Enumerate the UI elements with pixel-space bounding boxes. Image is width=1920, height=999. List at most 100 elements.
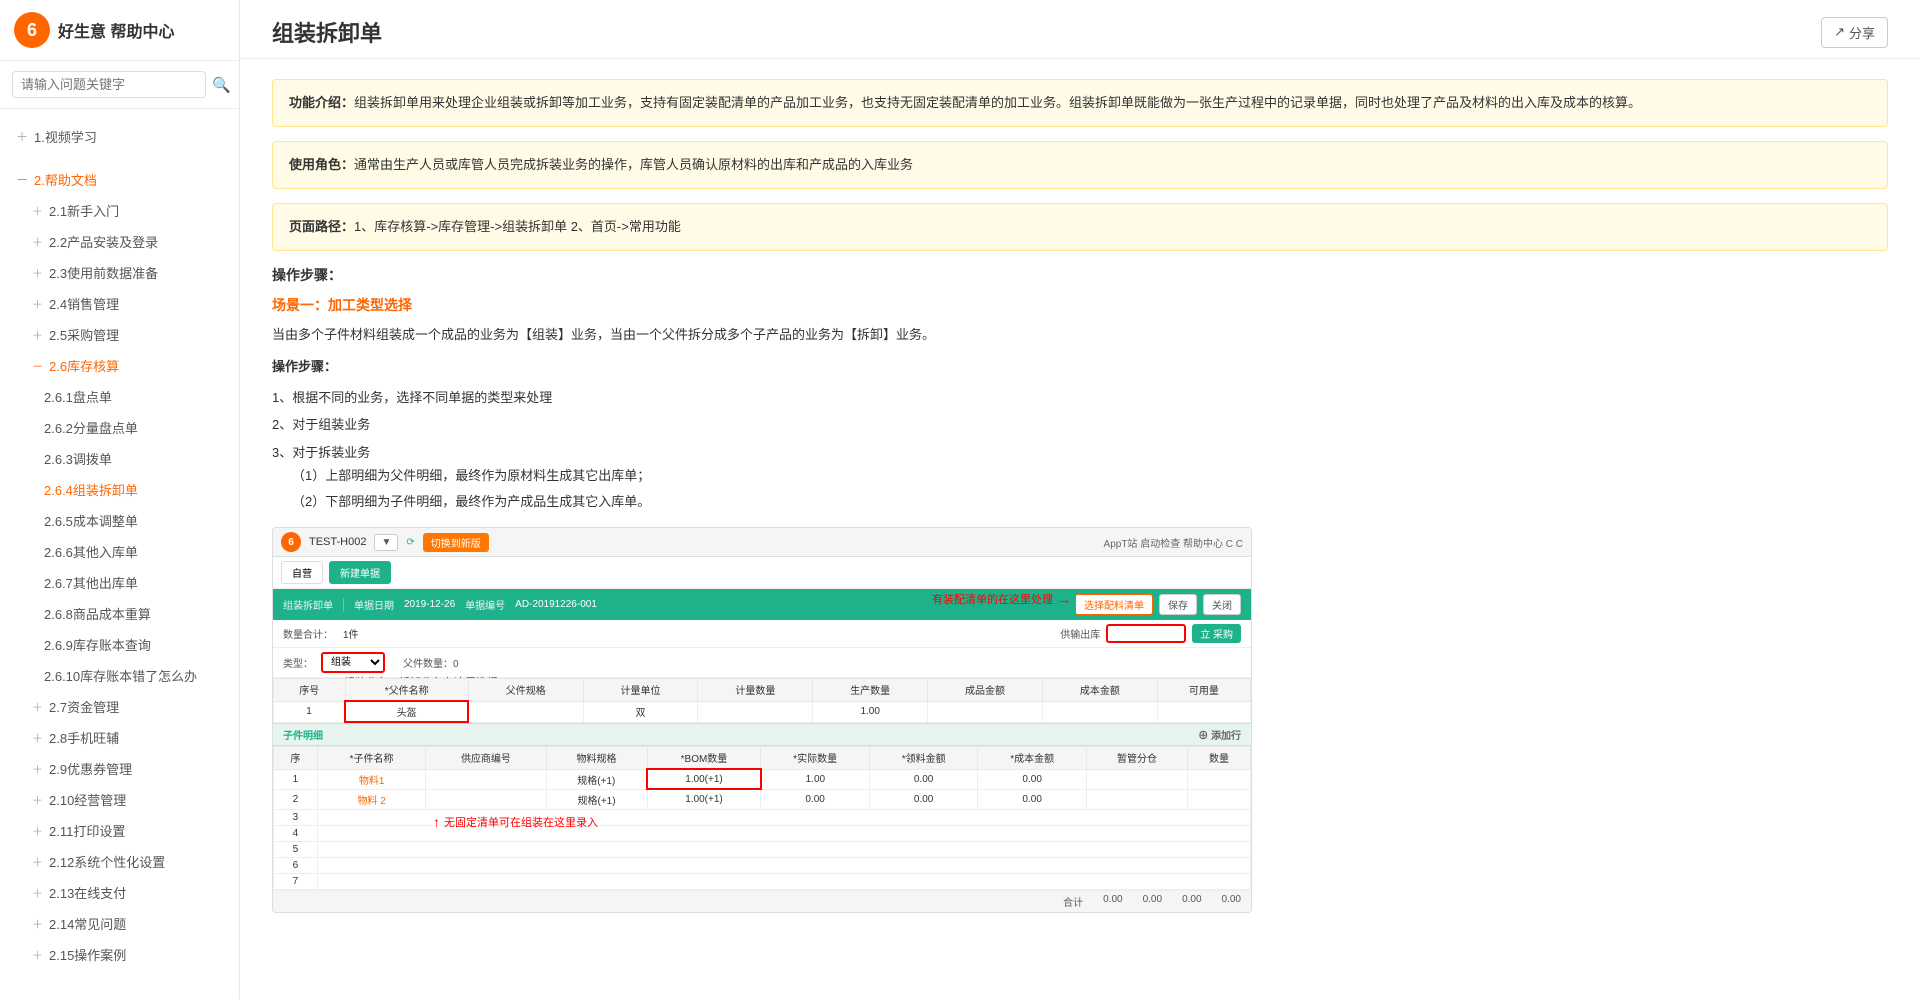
- child-actual-qty-1: 1.00: [761, 769, 870, 789]
- sidebar-item-install[interactable]: ＋ 2.2产品安装及登录: [0, 226, 239, 257]
- mockup-form-bar: 组装拆卸单 单据日期 2019-12-26 单据编号 AD-20191226-0…: [273, 589, 1251, 620]
- child-col-bom-qty: *BOM数量: [647, 747, 761, 770]
- sidebar-item-online-pay[interactable]: ＋ 2.13在线支付: [0, 877, 239, 908]
- main-content: 功能介绍：组装拆卸单用来处理企业组装或拆卸等加工业务，支持有固定装配清单的产品加…: [240, 59, 1920, 999]
- mockup-switch-btn[interactable]: 切换到新版: [423, 533, 489, 552]
- ops-label: 操作步骤：: [272, 355, 1888, 378]
- parent-name-1[interactable]: 头盔: [345, 701, 468, 722]
- sidebar-item-inventory[interactable]: － 2.6库存核算: [0, 350, 239, 381]
- plus-icon: ＋: [32, 854, 43, 870]
- plus-icon: ＋: [32, 885, 43, 901]
- child-row-3: 3: [274, 809, 1251, 825]
- sidebar-item-print[interactable]: ＋ 2.11打印设置: [0, 815, 239, 846]
- screenshot-container: 6 TEST-H002 ▼ ⟳ 切换到新版 AppT站 启动检查 帮助中心 C …: [272, 527, 1252, 913]
- sidebar-item-operations[interactable]: ＋ 2.10经营管理: [0, 784, 239, 815]
- sidebar-item-cost-adjust[interactable]: 2.6.5成本调整单: [0, 505, 239, 536]
- parent-prod-qty-1: 1.00: [813, 701, 928, 722]
- parent-measure-qty-1: [698, 701, 813, 722]
- mockup-type-select[interactable]: 组装 拆卸: [321, 652, 385, 673]
- plus-icon: ＋: [32, 823, 43, 839]
- sidebar-item-mobile[interactable]: ＋ 2.8手机旺辅: [0, 722, 239, 753]
- sidebar-item-faq[interactable]: ＋ 2.14常见问题: [0, 908, 239, 939]
- sidebar-item-docs[interactable]: － 2.帮助文档: [0, 164, 239, 195]
- child-row-5: 5: [274, 841, 1251, 857]
- mockup-form-row2: 数量合计： 1件 供输出库 立 采购 启用处理: [273, 620, 1251, 648]
- child-supplier-1: [426, 769, 546, 789]
- mockup-company: TEST-H002: [309, 536, 366, 548]
- mockup-save-btn[interactable]: 保存: [1159, 594, 1197, 615]
- parent-unit-1: 双: [583, 701, 698, 722]
- app-mockup: 6 TEST-H002 ▼ ⟳ 切换到新版 AppT站 启动检查 帮助中心 C …: [273, 528, 1251, 912]
- function-intro-text: 功能介绍：组装拆卸单用来处理企业组装或拆卸等加工业务，支持有固定装配清单的产品加…: [289, 92, 1871, 114]
- minus-icon: －: [16, 171, 28, 188]
- sidebar-item-sales[interactable]: ＋ 2.4销售管理: [0, 288, 239, 319]
- mockup-refresh-icon[interactable]: ⟳: [406, 537, 414, 548]
- sidebar-item-transfer[interactable]: 2.6.3调拨单: [0, 443, 239, 474]
- child-seq-6: 6: [274, 857, 318, 873]
- mockup-docno-value: AD-20191226-001: [515, 599, 597, 610]
- mockup-form-area: 组装拆卸单 单据日期 2019-12-26 单据编号 AD-20191226-0…: [273, 589, 1251, 620]
- mockup-num-label: 数量合计：: [283, 626, 333, 641]
- sidebar-item-coupon[interactable]: ＋ 2.9优惠券管理: [0, 753, 239, 784]
- sidebar-item-assembly-disassembly[interactable]: 2.6.4组装拆卸单: [0, 474, 239, 505]
- child-row-1: 1 物料1 规格(+1) 1.00(+1) 1.00 0.00 0.00: [274, 769, 1251, 789]
- share-button[interactable]: ↗ 分享: [1821, 17, 1888, 48]
- child-material-amt-2: 0.00: [869, 789, 978, 809]
- plus-icon: ＋: [16, 128, 28, 145]
- child-supplier-2: [426, 789, 546, 809]
- plus-icon: ＋: [32, 761, 43, 777]
- mockup-close-btn[interactable]: 关闭: [1203, 594, 1241, 615]
- tab-new-doc[interactable]: 新建单据: [329, 561, 391, 584]
- sidebar-item-stock-error[interactable]: 2.6.10库存账本错了怎么办: [0, 660, 239, 691]
- mockup-tables: 序号 *父件名称 父件规格 计量单位 计量数量 生产数量 成品金额 成本金额 可…: [273, 678, 1251, 890]
- sidebar-item-data-prep[interactable]: ＋ 2.3使用前数据准备: [0, 257, 239, 288]
- nav-section-video: ＋ 1.视频学习: [0, 115, 239, 158]
- brand-logo: 6: [14, 12, 50, 48]
- steps-list: 1、根据不同的业务，选择不同单据的类型来处理 2、对于组装业务 3、对于拆装业务…: [272, 386, 1888, 513]
- child-qty-1: [1187, 769, 1250, 789]
- plus-icon: ＋: [32, 234, 43, 250]
- child-seq-7: 7: [274, 873, 318, 889]
- sidebar-item-other-out[interactable]: 2.6.7其他出库单: [0, 567, 239, 598]
- search-input[interactable]: [12, 71, 206, 98]
- child-bom-qty-1[interactable]: 1.00(+1): [647, 769, 761, 789]
- sidebar-item-other-in[interactable]: 2.6.6其他入库单: [0, 536, 239, 567]
- search-bar: 🔍: [0, 61, 239, 109]
- sidebar-item-video[interactable]: ＋ 1.视频学习: [0, 121, 239, 152]
- child-seq-1: 1: [274, 769, 318, 789]
- child-row-6: 6: [274, 857, 1251, 873]
- scenario-1-desc: 当由多个子件材料组装成一个成品的业务为【组装】业务，当由一个父件拆分成多个子产品…: [272, 323, 1888, 346]
- annotation-no-bom-text: 无固定清单可在组装在这里录入: [444, 814, 598, 830]
- sidebar-item-partial-stocktake[interactable]: 2.6.2分量盘点单: [0, 412, 239, 443]
- parent-spec-1: [468, 701, 583, 722]
- sidebar-item-stocktake[interactable]: 2.6.1盘点单: [0, 381, 239, 412]
- sidebar-item-finance[interactable]: ＋ 2.7资金管理: [0, 691, 239, 722]
- sidebar-item-settings[interactable]: ＋ 2.12系统个性化设置: [0, 846, 239, 877]
- page-path-text: 页面路径：1、库存核算->库存管理->组装拆卸单 2、首页->常用功能: [289, 216, 1871, 238]
- tab-ziying[interactable]: 自营: [281, 561, 323, 584]
- function-intro-block: 功能介绍：组装拆卸单用来处理企业组装或拆卸等加工业务，支持有固定装配清单的产品加…: [272, 79, 1888, 127]
- plus-icon: ＋: [32, 699, 43, 715]
- sidebar-item-intro[interactable]: ＋ 2.1新手入门: [0, 195, 239, 226]
- child-col-spec: 物料规格: [546, 747, 647, 770]
- parent-table-head: 序号 *父件名称 父件规格 计量单位 计量数量 生产数量 成品金额 成本金额 可…: [274, 679, 1251, 702]
- step-3: 3、对于拆装业务 （1）上部明细为父件明细，最终作为原材料生成其它出库单； （2…: [272, 441, 1888, 513]
- col-seq: 序号: [274, 679, 346, 702]
- mockup-confirm-btn[interactable]: 立 采购: [1192, 624, 1241, 643]
- mockup-bom-btn[interactable]: 选择配料清单: [1075, 594, 1153, 615]
- ops-title: 操作步骤：: [272, 265, 1888, 285]
- share-icon: ↗: [1834, 24, 1845, 40]
- mockup-parent-label: 父件数量：0: [403, 655, 459, 670]
- sidebar-item-cost-recalc[interactable]: 2.6.8商品成本重算: [0, 598, 239, 629]
- search-button[interactable]: 🔍: [212, 76, 231, 94]
- minus-icon: －: [32, 358, 43, 374]
- sidebar-item-cases[interactable]: ＋ 2.15操作案例: [0, 939, 239, 970]
- plus-icon: ＋: [32, 265, 43, 281]
- mockup-wh-input[interactable]: [1106, 624, 1186, 643]
- sidebar-item-stock-ledger[interactable]: 2.6.9库存账本查询: [0, 629, 239, 660]
- plus-icon: ＋: [32, 730, 43, 746]
- footer-bom-total: 0.00: [1103, 894, 1122, 909]
- sidebar-item-purchase[interactable]: ＋ 2.5采购管理: [0, 319, 239, 350]
- annotation-bom: 有装配清单的在这里处理 →: [932, 591, 1071, 607]
- mockup-doctype-label: 组装拆卸单: [283, 597, 333, 612]
